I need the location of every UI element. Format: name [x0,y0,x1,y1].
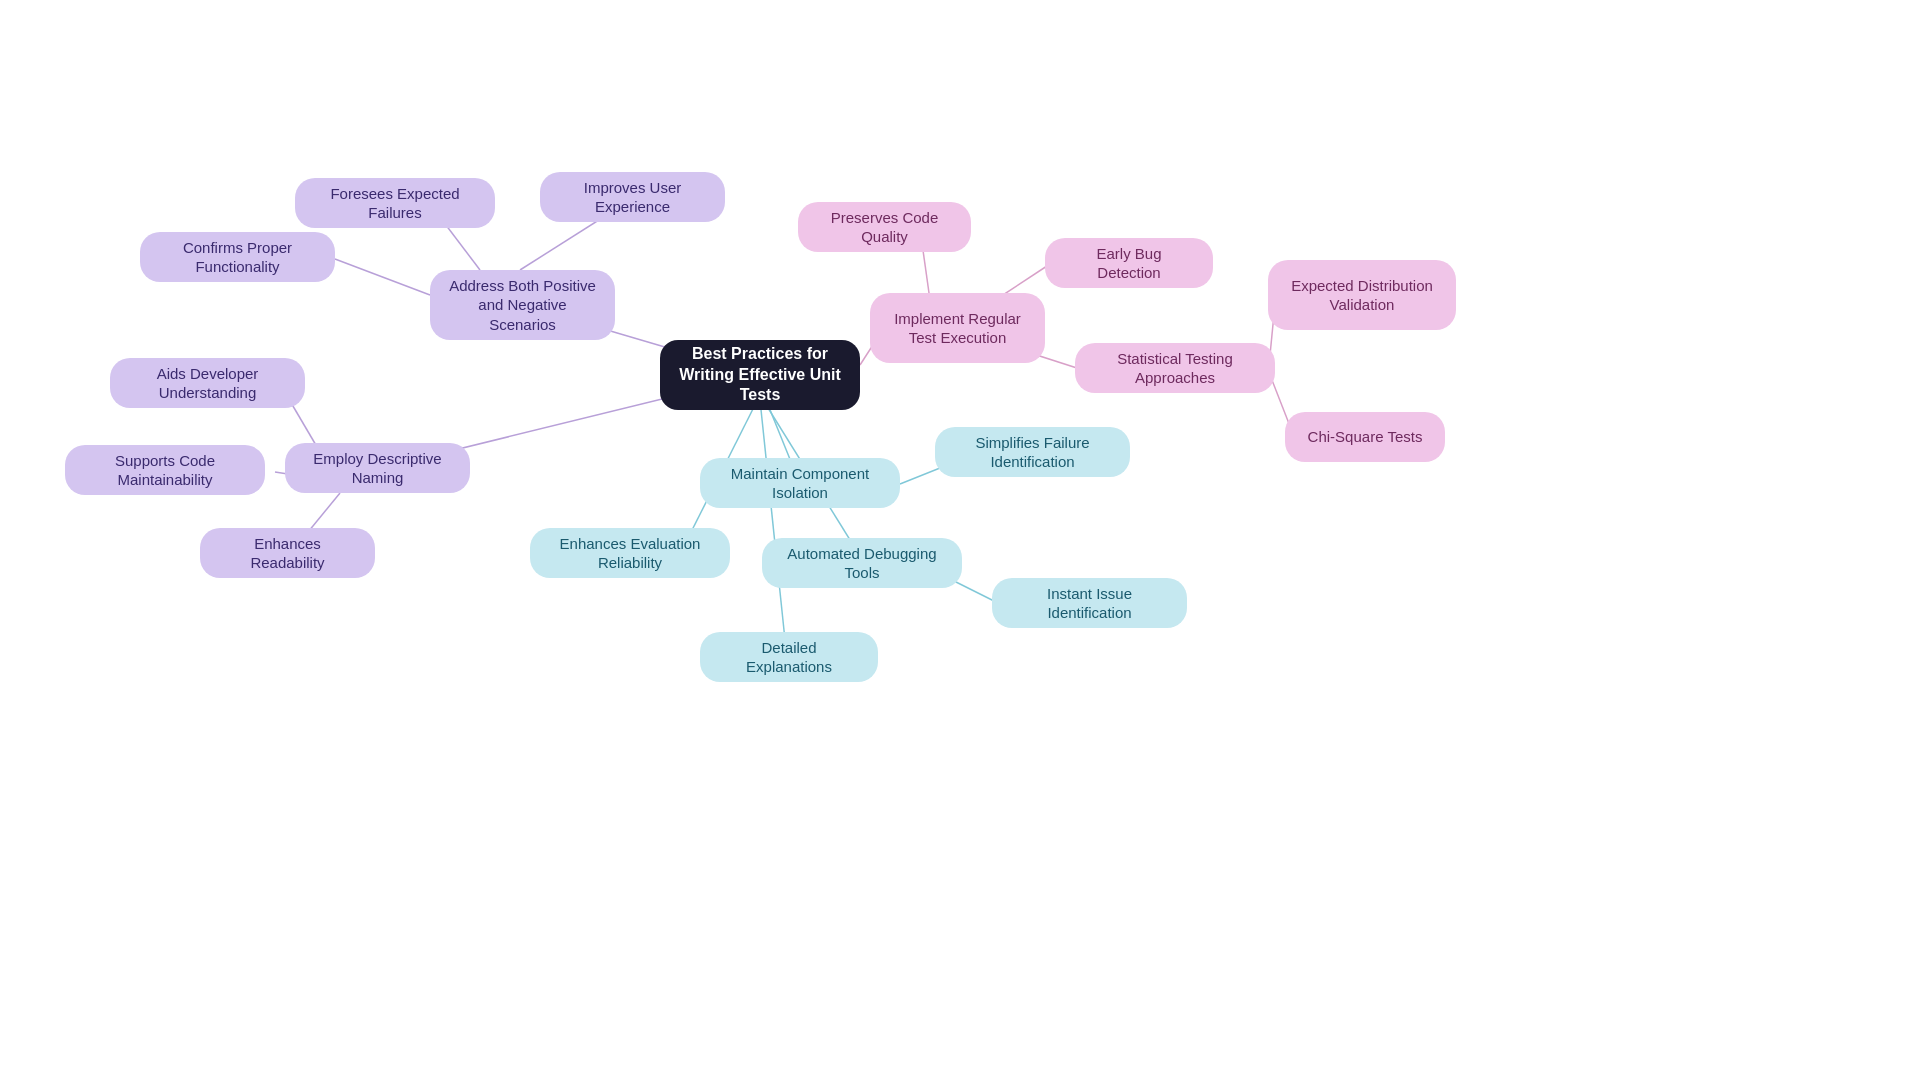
maintain-iso-node: Maintain Component Isolation [700,458,900,508]
employ-node: Employ Descriptive Naming [285,443,470,493]
expected-dist-node: Expected Distribution Validation [1268,260,1456,330]
address-both-node: Address Both Positive and Negative Scena… [430,270,615,340]
stat-test-node: Statistical Testing Approaches [1075,343,1275,393]
aids-node: Aids Developer Understanding [110,358,305,408]
center-node: Best Practices for Writing Effective Uni… [660,340,860,410]
foresees-node: Foresees Expected Failures [295,178,495,228]
svg-line-13 [760,400,787,659]
svg-line-3 [335,259,430,295]
instant-issue-node: Instant Issue Identification [992,578,1187,628]
preserves-node: Preserves Code Quality [798,202,971,252]
improves-node: Improves User Experience [540,172,725,222]
early-bug-node: Early Bug Detection [1045,238,1213,288]
confirms-node: Confirms Proper Functionality [140,232,335,282]
detailed-exp-node: Detailed Explanations [700,632,878,682]
enhances-eval-node: Enhances Evaluation Reliability [530,528,730,578]
enhances-read-node: Enhances Readability [200,528,375,578]
automated-debug-node: Automated Debugging Tools [762,538,962,588]
implement-reg-node: Implement Regular Test Execution [870,293,1045,363]
chi-square-node: Chi-Square Tests [1285,412,1445,462]
supports-node: Supports Code Maintainability [65,445,265,495]
simplifies-fail-node: Simplifies Failure Identification [935,427,1130,477]
